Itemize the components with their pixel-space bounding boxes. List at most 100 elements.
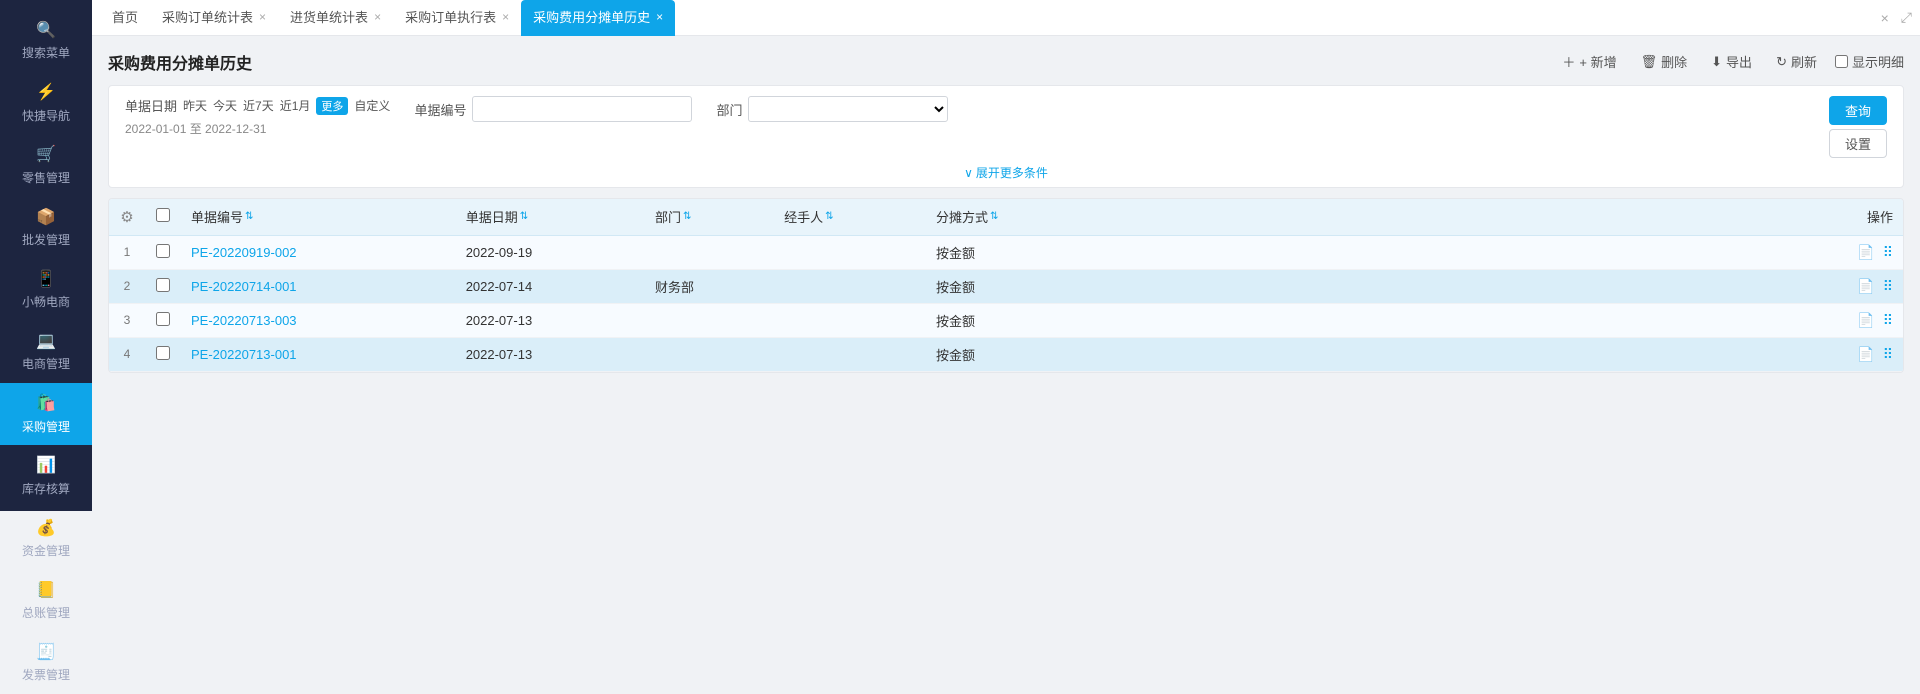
dept-sort-icon[interactable]: ⇅ bbox=[683, 211, 691, 222]
table-header: ⚙ 单据编号 ⇅ 单据日期 bbox=[109, 199, 1903, 235]
table-row: 4 PE-20220713-001 2022-07-13 按金额 📄 ⠿ bbox=[109, 337, 1903, 371]
filter-date-group: 单据日期 昨天 今天 近7天 近1月 更多 自定义 2022-01-01 至 2… bbox=[125, 96, 390, 137]
show-detail-checkbox[interactable] bbox=[1835, 55, 1848, 68]
table-row: 2 PE-20220714-001 2022-07-14 财务部 按金额 📄 ⠿ bbox=[109, 269, 1903, 303]
delete-icon: 🗑 bbox=[1641, 54, 1658, 70]
row-4-num: 4 bbox=[109, 337, 145, 371]
sidebar-item-wholesale[interactable]: 📦 批发管理 bbox=[0, 197, 92, 259]
row-3-num: 3 bbox=[109, 303, 145, 337]
row-1-more-button[interactable]: ⠿ bbox=[1883, 244, 1893, 261]
row-2-handler bbox=[774, 269, 926, 303]
add-button[interactable]: ＋ + 新增 bbox=[1556, 48, 1622, 75]
row-2-actions: 📄 ⠿ bbox=[1823, 269, 1903, 303]
shortcut-7days[interactable]: 近7天 bbox=[243, 97, 274, 114]
ecom-icon: 💻 bbox=[4, 331, 88, 353]
row-4-view-button[interactable]: 📄 bbox=[1857, 346, 1874, 363]
dept-select[interactable] bbox=[748, 96, 948, 122]
row-1-checkbox bbox=[145, 235, 181, 269]
row-3-doc-link[interactable]: PE-20220713-003 bbox=[191, 313, 297, 328]
select-all-checkbox[interactable] bbox=[156, 208, 170, 222]
retail-icon: 🛒 bbox=[4, 144, 88, 166]
col-settings: ⚙ bbox=[109, 199, 145, 235]
accounting-icon: 📒 bbox=[4, 580, 88, 602]
row-4-doc-link[interactable]: PE-20220713-001 bbox=[191, 347, 297, 362]
quick-nav-icon: ⚡ bbox=[4, 82, 88, 104]
tab-inbound-stats[interactable]: 进货单统计表 × bbox=[278, 0, 393, 36]
row-3-view-button[interactable]: 📄 bbox=[1857, 312, 1874, 329]
row-1-doc-link[interactable]: PE-20220919-002 bbox=[191, 245, 297, 260]
mini-ecom-icon: 📱 bbox=[4, 269, 88, 291]
sidebar-item-search[interactable]: 🔍 搜索菜单 bbox=[0, 10, 92, 72]
row-1-doc-number: PE-20220919-002 bbox=[181, 235, 456, 269]
close-tab-purchase-cost-history[interactable]: × bbox=[656, 10, 663, 24]
shortcut-today[interactable]: 今天 bbox=[213, 97, 237, 114]
row-1-view-button[interactable]: 📄 bbox=[1857, 244, 1874, 261]
sidebar-item-mini-ecom[interactable]: 📱 小畅电商 bbox=[0, 259, 92, 321]
window-close-button[interactable]: × bbox=[1881, 10, 1889, 26]
handler-sort-icon[interactable]: ⇅ bbox=[825, 211, 833, 222]
row-4-more-button[interactable]: ⠿ bbox=[1883, 346, 1893, 363]
col-date: 单据日期 ⇅ bbox=[456, 199, 645, 235]
data-table: ⚙ 单据编号 ⇅ 单据日期 bbox=[109, 199, 1903, 372]
tab-purchase-order-exec[interactable]: 采购订单执行表 × bbox=[393, 0, 521, 36]
shortcut-custom[interactable]: 自定义 bbox=[354, 97, 390, 114]
sidebar-item-inventory[interactable]: 📊 库存核算 bbox=[0, 445, 92, 507]
window-expand-button[interactable]: ⤢ bbox=[1901, 9, 1912, 26]
date-range-display: 2022-01-01 至 2022-12-31 bbox=[125, 120, 390, 137]
row-2-doc-link[interactable]: PE-20220714-001 bbox=[191, 279, 297, 294]
row-4-doc-number: PE-20220713-001 bbox=[181, 337, 456, 371]
sidebar-item-retail[interactable]: 🛒 零售管理 bbox=[0, 134, 92, 196]
shortcut-1month[interactable]: 近1月 bbox=[280, 97, 311, 114]
expand-more-row: ∨ 展开更多条件 bbox=[125, 164, 1887, 181]
close-tab-purchase-order-exec[interactable]: × bbox=[502, 10, 509, 24]
doc-number-sort-icon[interactable]: ⇅ bbox=[245, 211, 253, 222]
sidebar-item-purchase[interactable]: 🛍️ 采购管理 bbox=[0, 383, 92, 445]
row-4-date: 2022-07-13 bbox=[456, 337, 645, 371]
tabs-bar: 首页 采购订单统计表 × 进货单统计表 × 采购订单执行表 × 采购费用分摊单历… bbox=[92, 0, 1920, 36]
sidebar-item-invoice[interactable]: 🧾 发票管理 bbox=[0, 632, 92, 694]
row-3-actions: 📄 ⠿ bbox=[1823, 303, 1903, 337]
refresh-button[interactable]: ↻ 刷新 bbox=[1770, 48, 1823, 75]
tab-home[interactable]: 首页 bbox=[100, 0, 150, 36]
search-icon: 🔍 bbox=[4, 20, 88, 42]
row-3-more-button[interactable]: ⠿ bbox=[1883, 312, 1893, 329]
show-detail-toggle[interactable]: 显示明细 bbox=[1835, 52, 1904, 71]
chevron-down-icon: ∨ bbox=[964, 166, 973, 180]
col-action: 操作 bbox=[1823, 199, 1903, 235]
sidebar-item-accounting[interactable]: 📒 总账管理 bbox=[0, 570, 92, 632]
purchase-icon: 🛍️ bbox=[4, 393, 88, 415]
close-tab-purchase-order-stats[interactable]: × bbox=[259, 10, 266, 24]
sidebar-item-finance[interactable]: 💰 资金管理 bbox=[0, 508, 92, 570]
shortcut-yesterday[interactable]: 昨天 bbox=[183, 97, 207, 114]
expand-more-button[interactable]: ∨ 展开更多条件 bbox=[964, 164, 1048, 181]
tab-purchase-cost-history[interactable]: 采购费用分摊单历史 × bbox=[521, 0, 675, 36]
tab-purchase-order-stats[interactable]: 采购订单统计表 × bbox=[150, 0, 278, 36]
sidebar-item-ecom[interactable]: 💻 电商管理 bbox=[0, 321, 92, 383]
row-1-num: 1 bbox=[109, 235, 145, 269]
sidebar: 🔍 搜索菜单 ⚡ 快捷导航 🛒 零售管理 📦 批发管理 📱 小畅电商 💻 电商管… bbox=[0, 0, 92, 511]
row-1-actions: 📄 ⠿ bbox=[1823, 235, 1903, 269]
row-4-checkbox bbox=[145, 337, 181, 371]
export-button[interactable]: ⬇ 导出 bbox=[1705, 48, 1758, 75]
filter-row-1: 单据日期 昨天 今天 近7天 近1月 更多 自定义 2022-01-01 至 2… bbox=[125, 96, 1887, 158]
row-4-actions: 📄 ⠿ bbox=[1823, 337, 1903, 371]
filter-docnum-group: 单据编号 bbox=[414, 96, 692, 122]
row-2-num: 2 bbox=[109, 269, 145, 303]
settings-button[interactable]: 设置 bbox=[1829, 129, 1887, 158]
date-sort-icon[interactable]: ⇅ bbox=[520, 211, 528, 222]
docnum-input[interactable] bbox=[472, 96, 692, 122]
finance-icon: 💰 bbox=[4, 518, 88, 540]
sidebar-item-quick-nav[interactable]: ⚡ 快捷导航 bbox=[0, 72, 92, 134]
data-table-container: ⚙ 单据编号 ⇅ 单据日期 bbox=[108, 198, 1904, 373]
delete-button[interactable]: 🗑 删除 bbox=[1635, 48, 1694, 75]
filter-date-inline: 单据日期 昨天 今天 近7天 近1月 更多 自定义 bbox=[125, 96, 390, 115]
row-3-dept bbox=[645, 303, 774, 337]
shortcut-more[interactable]: 更多 bbox=[316, 97, 348, 115]
row-2-view-button[interactable]: 📄 bbox=[1857, 278, 1874, 295]
settings-gear-icon[interactable]: ⚙ bbox=[120, 209, 133, 226]
query-button[interactable]: 查询 bbox=[1829, 96, 1887, 125]
close-tab-inbound-stats[interactable]: × bbox=[374, 10, 381, 24]
row-2-more-button[interactable]: ⠿ bbox=[1883, 278, 1893, 295]
table-row: 1 PE-20220919-002 2022-09-19 按金额 📄 ⠿ bbox=[109, 235, 1903, 269]
split-method-sort-icon[interactable]: ⇅ bbox=[990, 211, 998, 222]
